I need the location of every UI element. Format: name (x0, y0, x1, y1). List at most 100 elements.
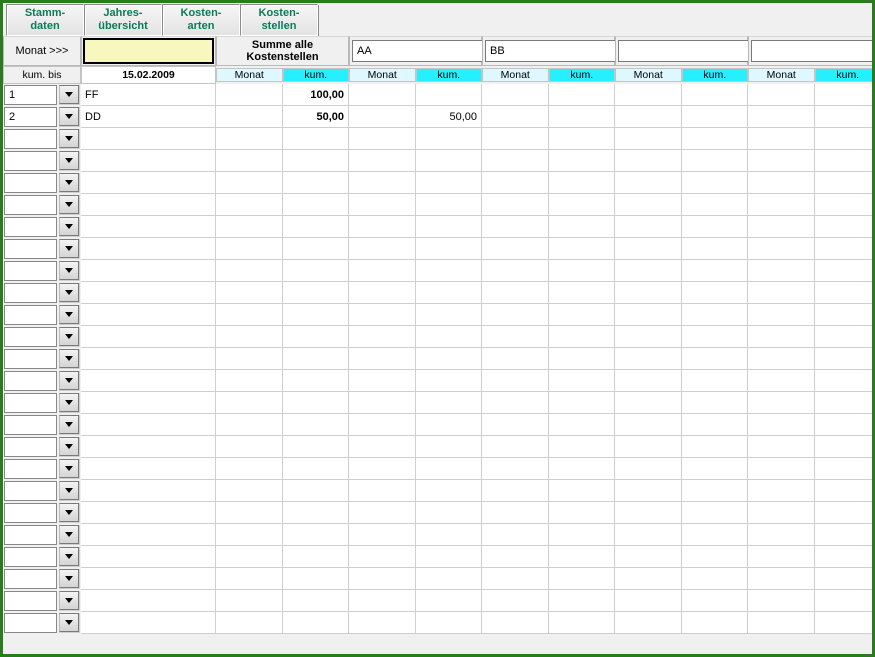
row-name[interactable] (81, 370, 216, 392)
cell-monat[interactable] (615, 106, 682, 128)
cell-monat[interactable] (748, 326, 815, 348)
cell-monat[interactable] (349, 458, 416, 480)
cell-kum[interactable] (549, 458, 616, 480)
row-name[interactable] (81, 568, 216, 590)
kostenstelle-combo-4-input[interactable] (752, 41, 875, 61)
cell-monat[interactable] (748, 436, 815, 458)
cell-monat[interactable] (748, 238, 815, 260)
cell-monat[interactable] (482, 502, 549, 524)
cell-monat[interactable] (615, 172, 682, 194)
chevron-down-icon[interactable] (59, 613, 79, 632)
cell-monat[interactable] (482, 304, 549, 326)
chevron-down-icon[interactable] (59, 591, 79, 610)
row-name[interactable]: DD (81, 106, 216, 128)
cell-monat[interactable] (349, 84, 416, 106)
cell-monat[interactable] (349, 480, 416, 502)
cell-monat[interactable] (216, 370, 283, 392)
row-name[interactable]: FF (81, 84, 216, 106)
chevron-down-icon[interactable] (59, 239, 79, 258)
cell-kum[interactable] (549, 216, 616, 238)
cell-kum[interactable] (682, 612, 749, 634)
cell-kum[interactable] (682, 436, 749, 458)
cell-kum[interactable] (549, 480, 616, 502)
cell-monat[interactable] (748, 370, 815, 392)
cell-monat[interactable] (615, 502, 682, 524)
cell-monat[interactable] (216, 348, 283, 370)
cell-monat[interactable] (349, 568, 416, 590)
cell-kum[interactable] (815, 282, 873, 304)
cell-kum[interactable] (283, 238, 350, 260)
cell-kum[interactable] (416, 326, 483, 348)
cell-monat[interactable] (615, 194, 682, 216)
cell-kum[interactable] (815, 216, 873, 238)
cell-kum[interactable] (815, 612, 873, 634)
cell-kum[interactable] (283, 282, 350, 304)
cell-monat[interactable] (748, 84, 815, 106)
row-index[interactable] (4, 305, 57, 325)
row-name[interactable] (81, 282, 216, 304)
cell-kum[interactable] (815, 392, 873, 414)
cell-monat[interactable] (216, 260, 283, 282)
chevron-down-icon[interactable] (59, 173, 79, 192)
cell-monat[interactable] (615, 392, 682, 414)
cell-monat[interactable] (615, 590, 682, 612)
cell-kum[interactable] (815, 480, 873, 502)
cell-kum[interactable] (283, 370, 350, 392)
chevron-down-icon[interactable] (59, 305, 79, 324)
cell-kum[interactable] (416, 282, 483, 304)
cell-monat[interactable] (748, 392, 815, 414)
cell-kum[interactable] (283, 194, 350, 216)
cell-kum[interactable] (416, 84, 483, 106)
cell-kum[interactable] (549, 304, 616, 326)
cell-kum[interactable] (416, 216, 483, 238)
cell-monat[interactable] (482, 480, 549, 502)
row-index[interactable] (4, 525, 57, 545)
cell-kum[interactable] (283, 216, 350, 238)
chevron-down-icon[interactable] (59, 481, 79, 500)
cell-monat[interactable] (349, 524, 416, 546)
cell-monat[interactable] (748, 480, 815, 502)
cell-monat[interactable] (748, 502, 815, 524)
cell-monat[interactable] (482, 370, 549, 392)
cell-kum[interactable] (549, 546, 616, 568)
cell-monat[interactable] (482, 128, 549, 150)
cell-kum[interactable] (416, 480, 483, 502)
cell-kum[interactable] (283, 590, 350, 612)
chevron-down-icon[interactable] (59, 327, 79, 346)
cell-monat[interactable] (615, 128, 682, 150)
cell-kum[interactable] (416, 436, 483, 458)
row-index[interactable] (4, 217, 57, 237)
cell-kum[interactable] (815, 524, 873, 546)
chevron-down-icon[interactable] (59, 349, 79, 368)
cell-kum[interactable] (549, 414, 616, 436)
row-index[interactable] (4, 393, 57, 413)
cell-monat[interactable] (615, 436, 682, 458)
cell-monat[interactable] (349, 348, 416, 370)
cell-monat[interactable] (349, 172, 416, 194)
cell-kum[interactable] (283, 502, 350, 524)
chevron-down-icon[interactable] (59, 195, 79, 214)
cell-kum[interactable] (283, 612, 350, 634)
monat-input[interactable] (83, 38, 214, 64)
row-name[interactable] (81, 612, 216, 634)
row-index[interactable] (4, 151, 57, 171)
cell-kum[interactable] (682, 414, 749, 436)
cell-kum[interactable] (682, 128, 749, 150)
cell-monat[interactable] (216, 216, 283, 238)
row-index[interactable] (4, 569, 57, 589)
cell-monat[interactable] (615, 216, 682, 238)
cell-monat[interactable] (216, 304, 283, 326)
cell-kum[interactable] (682, 590, 749, 612)
cell-kum[interactable] (549, 194, 616, 216)
cell-monat[interactable] (482, 150, 549, 172)
cell-monat[interactable] (349, 502, 416, 524)
cell-kum[interactable] (549, 612, 616, 634)
cell-monat[interactable] (349, 128, 416, 150)
cell-kum[interactable] (815, 128, 873, 150)
row-name[interactable] (81, 436, 216, 458)
cell-kum[interactable] (815, 370, 873, 392)
cell-monat[interactable] (216, 128, 283, 150)
kostenstelle-combo-3-input[interactable] (619, 41, 769, 61)
chevron-down-icon[interactable] (59, 283, 79, 302)
cell-kum[interactable] (416, 238, 483, 260)
